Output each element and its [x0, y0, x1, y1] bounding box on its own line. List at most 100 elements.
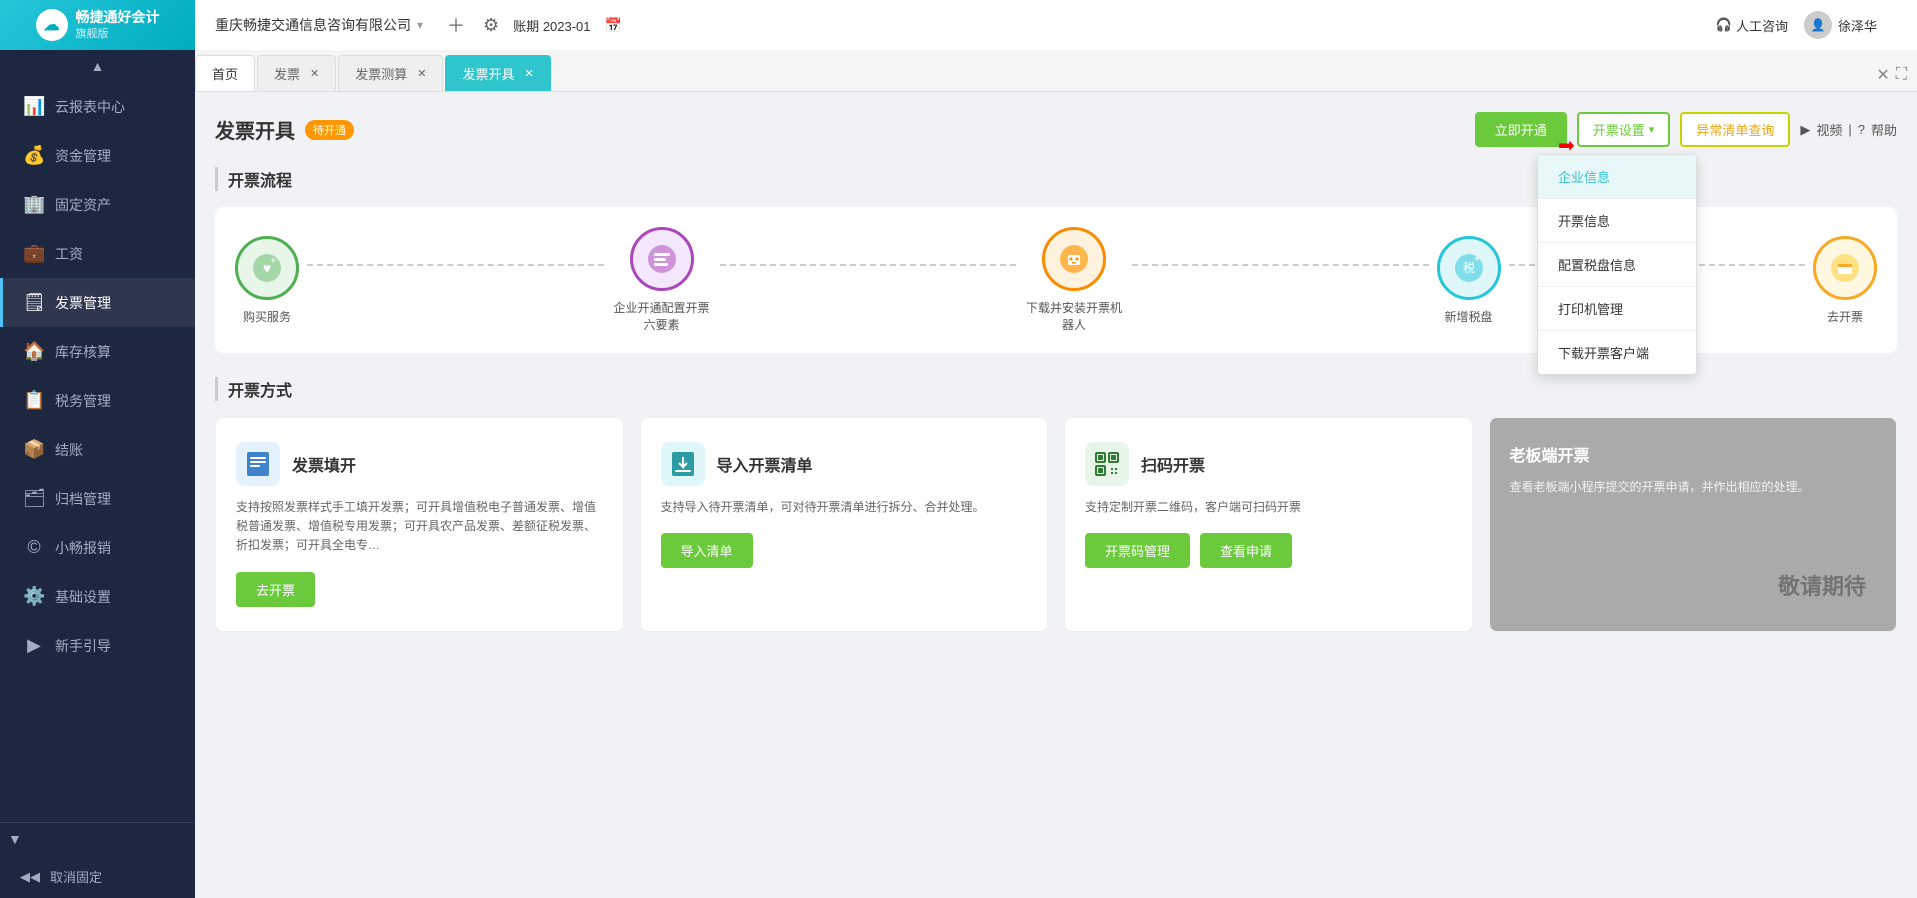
- flow-step-taxdisk: 税+ 新增税盘: [1437, 236, 1501, 325]
- step-taxdisk-icon: 税+: [1437, 236, 1501, 300]
- dropdown-item-tax-config[interactable]: 配置税盘信息: [1538, 243, 1696, 287]
- tab-invoice-list[interactable]: 发票 ✕: [257, 55, 336, 91]
- method-scan-btn2[interactable]: 查看申请: [1200, 533, 1292, 568]
- method-import-icon: [661, 442, 705, 486]
- method-boss-title: 老板端开票: [1510, 442, 1590, 466]
- settings-button[interactable]: ⚙: [479, 11, 503, 40]
- method-manual-icon: [236, 442, 280, 486]
- sidebar-unpin[interactable]: ◀◀ 取消固定: [0, 855, 195, 898]
- method-manual-btn[interactable]: 去开票: [236, 572, 315, 607]
- sidebar-item-cloud-report[interactable]: 📊 云报表中心: [0, 82, 195, 131]
- sidebar-label-tax: 税务管理: [55, 391, 111, 411]
- activate-button[interactable]: 立即开通: [1475, 112, 1567, 147]
- sidebar-item-payroll[interactable]: 💼 工资: [0, 229, 195, 278]
- method-scan-header: 扫码开票: [1085, 442, 1452, 486]
- tab-tool-label: 发票开具: [462, 64, 514, 83]
- sidebar-item-settings[interactable]: ⚙️ 基础设置: [0, 572, 195, 621]
- settings-button[interactable]: 开票设置 ▾: [1577, 112, 1671, 147]
- top-actions: ＋ ⚙ 账期 2023-01 📅: [443, 8, 622, 42]
- method-scan-icon: [1085, 442, 1129, 486]
- sidebar-item-guide[interactable]: ▶ 新手引导: [0, 621, 195, 670]
- sidebar-item-inventory[interactable]: 🏠 库存核算: [0, 327, 195, 376]
- tab-calc-close[interactable]: ✕: [417, 67, 426, 80]
- inventory-icon: 🏠: [23, 341, 45, 362]
- method-scan-desc: 支持定制开票二维码，客户端可扫码开票: [1085, 498, 1452, 517]
- logo-icon: ☁: [36, 9, 68, 41]
- tab-tool-close[interactable]: ✕: [525, 67, 534, 80]
- sidebar-item-tax[interactable]: 📋 税务管理: [0, 376, 195, 425]
- method-manual-desc: 支持按照发票样式手工填开发票；可开具增值税电子普通发票、增值税普通发票、增值税专…: [236, 498, 603, 556]
- tab-home[interactable]: 首页: [195, 55, 255, 91]
- calendar-icon[interactable]: 📅: [605, 17, 622, 34]
- sidebar-item-fund[interactable]: 💰 资金管理: [0, 131, 195, 180]
- sidebar-label-assets: 固定资产: [55, 195, 111, 215]
- method-scan-buttons: 开票码管理 查看申请: [1085, 533, 1452, 568]
- dropdown-item-download-client[interactable]: 下载开票客户端: [1538, 331, 1696, 374]
- add-company-button[interactable]: ＋: [443, 8, 469, 42]
- tab-home-label: 首页: [212, 64, 238, 83]
- methods-grid: 发票填开 支持按照发票样式手工填开发票；可开具增值税电子普通发票、增值税普通发票…: [215, 417, 1897, 632]
- flow-step-go: 去开票: [1813, 236, 1877, 325]
- method-import-btn[interactable]: 导入清单: [661, 533, 753, 568]
- close-tab-button[interactable]: ✕: [1876, 65, 1889, 85]
- method-card-import: 导入开票清单 支持导入待开票清单，可对待开票清单进行拆分、合并处理。 导入清单: [640, 417, 1049, 632]
- expand-tab-button[interactable]: ⛶: [1896, 65, 1907, 85]
- tabs-right-controls: ✕ ⛶: [1876, 65, 1907, 85]
- headset-icon: 🎧: [1716, 17, 1732, 33]
- logo-text-block: 畅捷通好会计 旗舰版: [76, 9, 160, 42]
- method-scan-btn1[interactable]: 开票码管理: [1085, 533, 1190, 568]
- top-company-area: 重庆畅捷交通信息咨询有限公司 ▾ ＋ ⚙ 账期 2023-01 📅 🎧 人工咨询…: [195, 0, 1917, 50]
- sidebar-scroll-up[interactable]: ▲: [0, 50, 195, 82]
- consult-button[interactable]: 🎧 人工咨询: [1716, 16, 1788, 35]
- gear-icon: ⚙️: [23, 586, 45, 607]
- tab-invoice-tool[interactable]: 发票开具 ✕: [445, 55, 550, 91]
- abnormal-button[interactable]: 异常清单查询: [1680, 112, 1790, 147]
- page-header: 发票开具 待开通 立即开通 开票设置 ▾ 异常清单查询 ▶ 视频 | ?: [215, 112, 1897, 147]
- method-scan-title: 扫码开票: [1141, 452, 1205, 476]
- flow-step-robot: 下载并安装开票机器人: [1024, 227, 1124, 333]
- video-label[interactable]: 视频: [1816, 120, 1842, 139]
- user-area[interactable]: 👤 徐泽华: [1804, 11, 1877, 39]
- settings-dropdown: ➡ 企业信息 开票信息 配置税盘信息 打印机管理: [1537, 154, 1697, 375]
- tab-invoice-label: 发票: [274, 64, 300, 83]
- sidebar-item-invoice[interactable]: 🗒 发票管理: [0, 278, 195, 327]
- flow-connector-2: [712, 264, 1025, 296]
- play-icon: ▶: [1800, 122, 1810, 138]
- methods-section-title: 开票方式: [215, 377, 1897, 401]
- sidebar-label-settle: 结账: [55, 440, 83, 460]
- sidebar-label-settings: 基础设置: [55, 587, 111, 607]
- step-taxdisk-label: 新增税盘: [1444, 308, 1492, 325]
- step-buy-label: 购买服务: [243, 308, 291, 325]
- main-layout: ▲ 📊 云报表中心 💰 资金管理 🏢 固定资产 💼 工资 🗒 发票管理 🏠 库存…: [0, 50, 1917, 898]
- sidebar-item-assets[interactable]: 🏢 固定资产: [0, 180, 195, 229]
- user-name: 徐泽华: [1838, 16, 1877, 35]
- sidebar-item-archive[interactable]: 🗂 归档管理: [0, 474, 195, 523]
- sidebar-item-report[interactable]: © 小畅报销: [0, 523, 195, 572]
- company-dropdown-icon[interactable]: ▾: [417, 18, 423, 32]
- avatar: 👤: [1804, 11, 1832, 39]
- company-info-label: 企业信息: [1558, 170, 1610, 185]
- sidebar-label-invoice: 发票管理: [55, 293, 111, 313]
- app-edition: 旗舰版: [76, 25, 160, 41]
- unpin-label: 取消固定: [50, 867, 102, 886]
- method-import-desc: 支持导入待开票清单，可对待开票清单进行拆分、合并处理。: [661, 498, 1028, 517]
- top-bar: ☁ 畅捷通好会计 旗舰版 重庆畅捷交通信息咨询有限公司 ▾ ＋ ⚙ 账期 202…: [0, 0, 1917, 50]
- method-boss-desc: 查看老板端小程序提交的开票申请，并作出相应的处理。: [1510, 478, 1877, 497]
- dropdown-item-printer[interactable]: 打印机管理: [1538, 287, 1696, 331]
- tab-invoice-close[interactable]: ✕: [310, 67, 319, 80]
- help-label[interactable]: 帮助: [1871, 120, 1897, 139]
- sidebar-item-settle[interactable]: 📦 结账: [0, 425, 195, 474]
- dropdown-item-company-info[interactable]: 企业信息: [1538, 155, 1696, 199]
- tax-config-label: 配置税盘信息: [1558, 258, 1636, 273]
- dropdown-item-invoice-info[interactable]: 开票信息: [1538, 199, 1696, 243]
- step-go-label: 去开票: [1827, 308, 1863, 325]
- chevron-down-icon: ▾: [1649, 123, 1655, 136]
- method-manual-title: 发票填开: [292, 452, 356, 476]
- logo-area: ☁ 畅捷通好会计 旗舰版: [0, 0, 195, 50]
- flow-connector-1: [299, 264, 612, 296]
- step-config-label: 企业开通配置开票六要素: [612, 299, 712, 333]
- guide-icon: ▶: [23, 635, 45, 656]
- sidebar-scroll-down[interactable]: ▼: [0, 823, 30, 855]
- tab-invoice-calc[interactable]: 发票测算 ✕: [338, 55, 443, 91]
- step-buy-icon: ♥+: [235, 236, 299, 300]
